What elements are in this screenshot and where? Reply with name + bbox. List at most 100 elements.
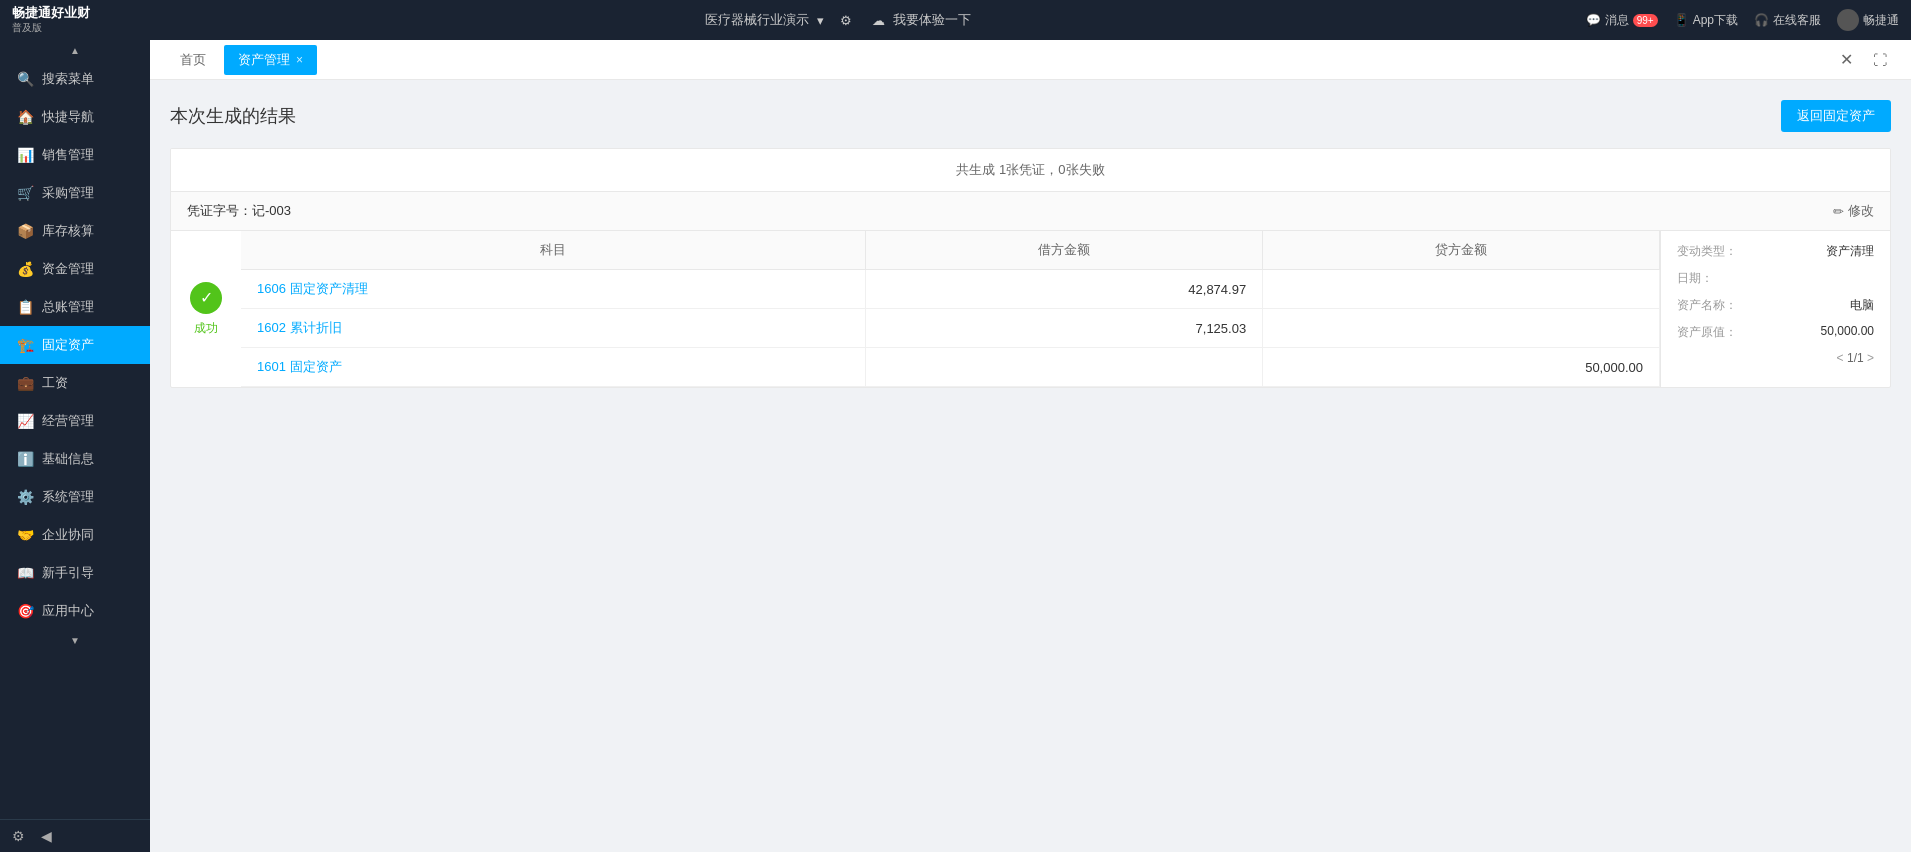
voucher-body: ✓ 成功 科目 借方金额 贷方金额 xyxy=(171,231,1890,387)
messages-label: 消息 xyxy=(1605,12,1629,29)
sidebar-scroll-up[interactable]: ▲ xyxy=(0,40,150,60)
tab-close-btn[interactable]: × xyxy=(296,53,303,67)
user-area[interactable]: 畅捷通 xyxy=(1837,9,1899,31)
logo-title: 畅捷通好业财 xyxy=(12,5,90,21)
subject-2[interactable]: 1602 累计折旧 xyxy=(241,309,866,348)
close-btn[interactable]: ✕ xyxy=(1831,45,1861,75)
main-layout: ▲ 🔍 搜索菜单 🏠 快捷导航 📊 销售管理 🛒 采购管理 📦 库存核算 💰 资… xyxy=(0,40,1911,852)
enterprise-icon: 🤝 xyxy=(16,526,34,544)
sales-icon: 📊 xyxy=(16,146,34,164)
app-center-icon: 🎯 xyxy=(16,602,34,620)
sidebar-bottom: ⚙ ◀ xyxy=(0,819,150,852)
sidebar-item-quick-nav[interactable]: 🏠 快捷导航 xyxy=(0,98,150,136)
sidebar-label-inventory: 库存核算 xyxy=(42,222,94,240)
side-panel: 变动类型： 资产清理 日期： 资产名称： 电脑 资产原值： xyxy=(1660,231,1890,387)
edit-icon: ✏ xyxy=(1833,204,1844,219)
sidebar-item-guide[interactable]: 📖 新手引导 xyxy=(0,554,150,592)
sidebar-item-capital[interactable]: 💰 资金管理 xyxy=(0,250,150,288)
success-indicator: ✓ 成功 xyxy=(171,231,241,387)
sidebar-label-guide: 新手引导 xyxy=(42,564,94,582)
sidebar-item-inventory[interactable]: 📦 库存核算 xyxy=(0,212,150,250)
subject-1[interactable]: 1606 固定资产清理 xyxy=(241,270,866,309)
user-name: 畅捷通 xyxy=(1863,12,1899,29)
date-label: 日期： xyxy=(1677,270,1713,287)
cloud-icon: ☁ xyxy=(872,13,885,28)
asset-name-label: 资产名称： xyxy=(1677,297,1737,314)
debit-2: 7,125.03 xyxy=(866,309,1263,348)
sidebar-label-capital: 资金管理 xyxy=(42,260,94,278)
sidebar-collapse-btn[interactable]: ◀ xyxy=(41,828,52,844)
asset-tab-label: 资产管理 xyxy=(238,51,290,69)
expand-btn[interactable]: ⛶ xyxy=(1865,45,1895,75)
page-content: 本次生成的结果 返回固定资产 共生成 1张凭证，0张失败 凭证字号：记-003 … xyxy=(150,80,1911,852)
content-area: 首页 资产管理 × ✕ ⛶ 本次生成的结果 返回固定资产 xyxy=(150,40,1911,852)
column-header-credit: 贷方金额 xyxy=(1263,231,1660,270)
table-row: 1601 固定资产 50,000.00 xyxy=(241,348,1660,387)
pagination: < 1/1 > xyxy=(1677,351,1874,365)
success-icon: ✓ xyxy=(190,282,222,314)
app-download-btn[interactable]: 📱 App下载 xyxy=(1674,12,1738,29)
edit-button[interactable]: ✏ 修改 xyxy=(1833,202,1874,220)
sidebar: ▲ 🔍 搜索菜单 🏠 快捷导航 📊 销售管理 🛒 采购管理 📦 库存核算 💰 资… xyxy=(0,40,150,852)
voucher-header: 凭证字号：记-003 ✏ 修改 xyxy=(171,192,1890,231)
top-header: 畅捷通好业财 普及版 医疗器械行业演示 ▾ ⚙ ☁ 我要体验一下 💬 消息 99… xyxy=(0,0,1911,40)
ledger-icon: 📋 xyxy=(16,298,34,316)
sidebar-label-quick-nav: 快捷导航 xyxy=(42,108,94,126)
sidebar-item-search[interactable]: 🔍 搜索菜单 xyxy=(0,60,150,98)
change-type-value: 资产清理 xyxy=(1826,243,1874,260)
header-actions: 💬 消息 99+ 📱 App下载 🎧 在线客服 畅捷通 xyxy=(1586,9,1899,31)
tab-asset-management[interactable]: 资产管理 × xyxy=(224,45,317,75)
asset-name-value: 电脑 xyxy=(1850,297,1874,314)
credit-2 xyxy=(1263,309,1660,348)
home-tab-label: 首页 xyxy=(180,52,206,67)
sidebar-item-enterprise[interactable]: 🤝 企业协同 xyxy=(0,516,150,554)
service-icon: 🎧 xyxy=(1754,13,1769,27)
tab-home[interactable]: 首页 xyxy=(166,45,220,75)
column-header-debit: 借方金额 xyxy=(866,231,1263,270)
messages-btn[interactable]: 💬 消息 99+ xyxy=(1586,12,1658,29)
sidebar-item-payroll[interactable]: 💼 工资 xyxy=(0,364,150,402)
sidebar-label-basic-info: 基础信息 xyxy=(42,450,94,468)
search-icon: 🔍 xyxy=(16,70,34,88)
logo-area: 畅捷通好业财 普及版 xyxy=(12,5,90,35)
online-service-label: 在线客服 xyxy=(1773,12,1821,29)
sidebar-scroll-down[interactable]: ▼ xyxy=(0,630,150,650)
table-row: 1606 固定资产清理 42,874.97 xyxy=(241,270,1660,309)
company-selector[interactable]: 医疗器械行业演示 ▾ ⚙ ☁ 我要体验一下 xyxy=(705,11,971,29)
sidebar-item-system[interactable]: ⚙️ 系统管理 xyxy=(0,478,150,516)
experience-btn[interactable]: 我要体验一下 xyxy=(893,11,971,29)
table-row: 1602 累计折旧 7,125.03 xyxy=(241,309,1660,348)
voucher-card: 共生成 1张凭证，0张失败 凭证字号：记-003 ✏ 修改 ✓ 成功 xyxy=(170,148,1891,388)
sidebar-item-ledger[interactable]: 📋 总账管理 xyxy=(0,288,150,326)
sidebar-item-basic-info[interactable]: ℹ️ 基础信息 xyxy=(0,440,150,478)
app-download-label: App下载 xyxy=(1693,12,1738,29)
page-header: 本次生成的结果 返回固定资产 xyxy=(170,100,1891,132)
sidebar-item-app-center[interactable]: 🎯 应用中心 xyxy=(0,592,150,630)
return-fixed-assets-button[interactable]: 返回固定资产 xyxy=(1781,100,1891,132)
home-icon: 🏠 xyxy=(16,108,34,126)
asset-name-row: 资产名称： 电脑 xyxy=(1677,297,1874,314)
column-header-subject: 科目 xyxy=(241,231,866,270)
purchase-icon: 🛒 xyxy=(16,184,34,202)
asset-value-row: 资产原值： 50,000.00 xyxy=(1677,324,1874,341)
sidebar-label-fixed-assets: 固定资产 xyxy=(42,336,94,354)
page-title: 本次生成的结果 xyxy=(170,104,296,128)
prev-page-btn[interactable]: < xyxy=(1837,351,1844,365)
sidebar-settings-btn[interactable]: ⚙ xyxy=(12,828,25,844)
credit-1 xyxy=(1263,270,1660,309)
settings-icon[interactable]: ⚙ xyxy=(840,13,852,28)
fixed-assets-icon: 🏗️ xyxy=(16,336,34,354)
sidebar-item-sales[interactable]: 📊 销售管理 xyxy=(0,136,150,174)
subject-3[interactable]: 1601 固定资产 xyxy=(241,348,866,387)
logo: 畅捷通好业财 普及版 xyxy=(12,5,90,35)
next-page-btn[interactable]: > xyxy=(1867,351,1874,365)
online-service-btn[interactable]: 🎧 在线客服 xyxy=(1754,12,1821,29)
sidebar-item-operations[interactable]: 📈 经营管理 xyxy=(0,402,150,440)
sidebar-label-system: 系统管理 xyxy=(42,488,94,506)
guide-icon: 📖 xyxy=(16,564,34,582)
sidebar-item-fixed-assets[interactable]: 🏗️ 固定资产 xyxy=(0,326,150,364)
sidebar-item-purchase[interactable]: 🛒 采购管理 xyxy=(0,174,150,212)
date-row: 日期： xyxy=(1677,270,1874,287)
system-icon: ⚙️ xyxy=(16,488,34,506)
voucher-number: 凭证字号：记-003 xyxy=(187,202,291,220)
